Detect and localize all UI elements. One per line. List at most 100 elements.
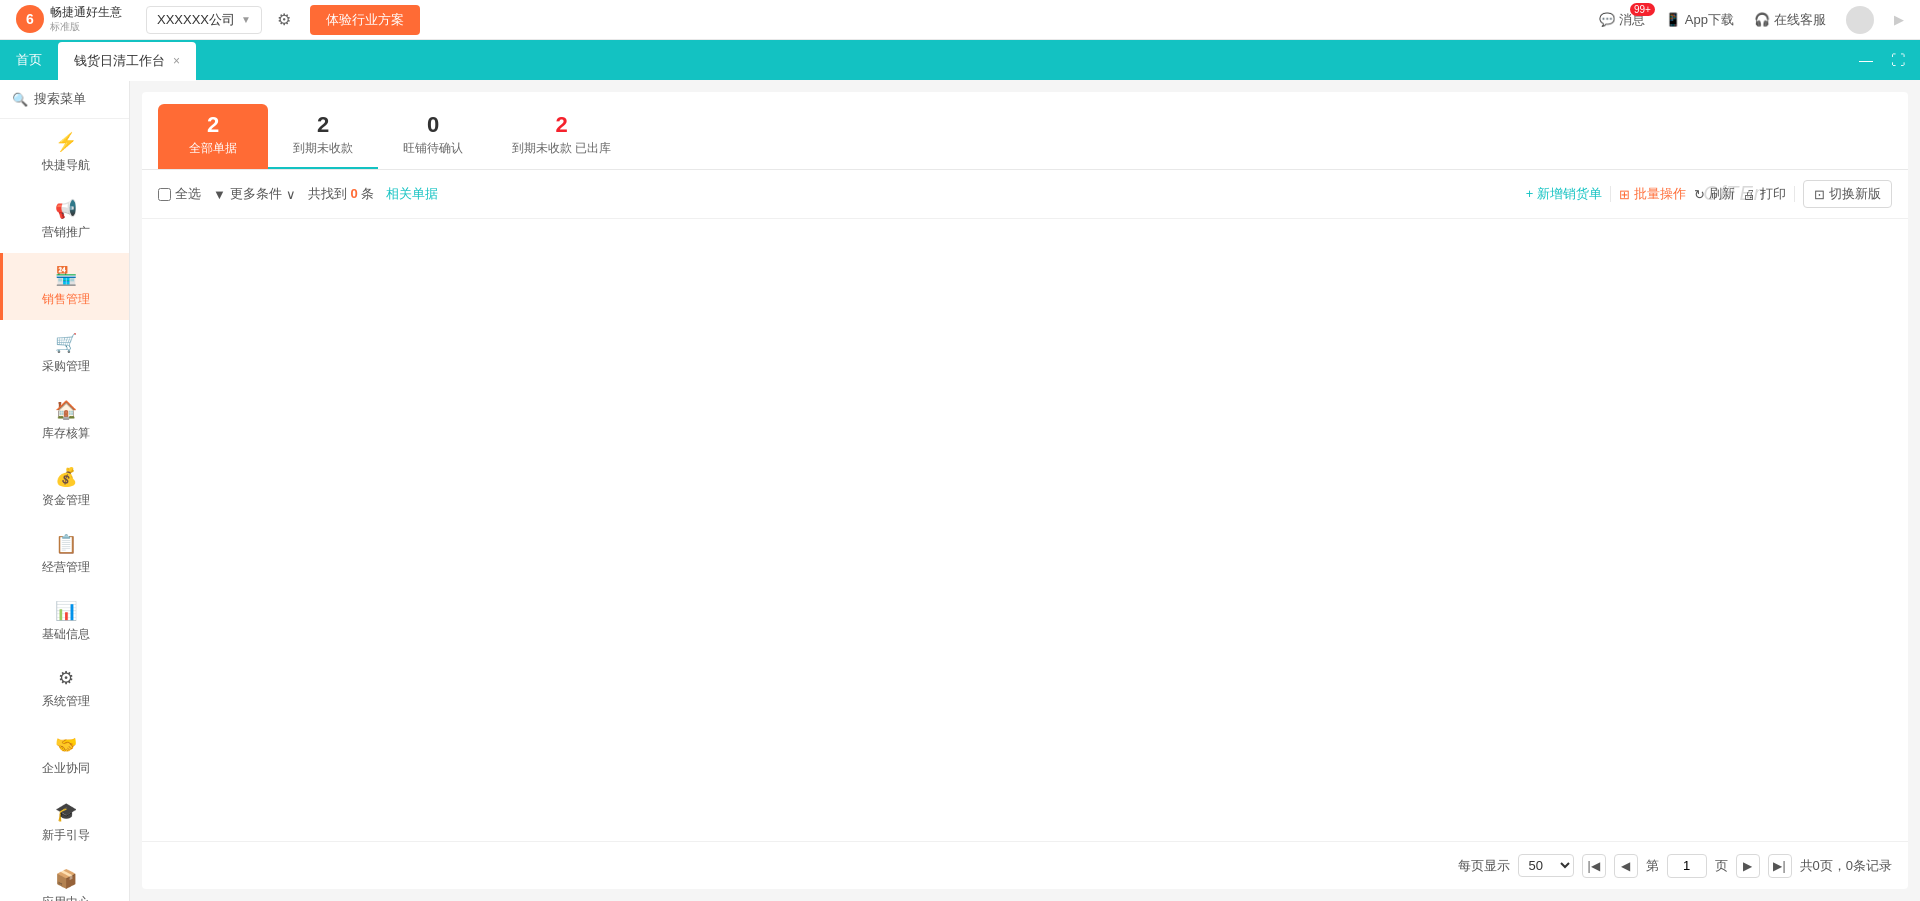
- batch-ops-button[interactable]: ⊞ 批量操作: [1619, 185, 1686, 203]
- sidebar-item-operations[interactable]: 📋 经营管理: [0, 521, 129, 588]
- basic-info-icon: 📊: [55, 600, 77, 622]
- stat-tab-pending[interactable]: 0 旺铺待确认: [378, 104, 488, 169]
- nav-tabs: 首页 钱货日清工作台 × — ⛶: [0, 40, 1920, 80]
- page-prefix-label: 第: [1646, 857, 1659, 875]
- close-tab-icon[interactable]: ×: [173, 54, 180, 68]
- last-page-button[interactable]: ▶|: [1768, 854, 1792, 878]
- message-icon: 💬: [1599, 12, 1615, 27]
- sales-icon: 🏪: [55, 265, 77, 287]
- select-all-input[interactable]: [158, 188, 171, 201]
- total-records-label: 共0页，0条记录: [1800, 857, 1892, 875]
- company-name: XXXXXX公司: [157, 11, 235, 29]
- settings-button[interactable]: ⚙: [270, 6, 298, 34]
- first-page-button[interactable]: |◀: [1582, 854, 1606, 878]
- stat-tab-shipped[interactable]: 2 到期未收款 已出库: [488, 104, 635, 169]
- stat-num-overdue: 2: [317, 112, 329, 138]
- top-right-area: 💬 消息 99+ 📱 App下载 🎧 在线客服 ▶: [1599, 6, 1904, 34]
- message-button[interactable]: 💬 消息 99+: [1599, 11, 1645, 29]
- purchase-icon: 🛒: [55, 332, 77, 354]
- filter-icon: ▼: [213, 187, 226, 202]
- content-area: 2 全部单据 2 到期未收款 0 旺铺待确认 2 到期未收款 已出库: [130, 80, 1920, 901]
- maximize-button[interactable]: ⛶: [1886, 48, 1910, 72]
- content-inner: 2 全部单据 2 到期未收款 0 旺铺待确认 2 到期未收款 已出库: [142, 92, 1908, 889]
- logo-icon: 6: [16, 5, 44, 33]
- sidebar-item-marketing[interactable]: 📢 营销推广: [0, 186, 129, 253]
- toolbar-right: + 新增销货单 ⊞ 批量操作 ↻ 刷新 🖨 打印: [1526, 180, 1892, 208]
- toolbar-left: 全选 ▼ 更多条件 ∨ 共找到 0 条 相关单据: [158, 185, 1514, 203]
- sidebar-item-app-center[interactable]: 📦 应用中心: [0, 856, 129, 901]
- switch-icon: ⊡: [1814, 187, 1825, 202]
- found-text: 共找到 0 条: [308, 185, 374, 203]
- sidebar-search[interactable]: 🔍 搜索菜单: [0, 80, 129, 119]
- service-icon: 🎧: [1754, 12, 1770, 27]
- home-tab[interactable]: 首页: [0, 40, 58, 80]
- stats-tabs: 2 全部单据 2 到期未收款 0 旺铺待确认 2 到期未收款 已出库: [142, 92, 1908, 170]
- capital-icon: 💰: [55, 466, 77, 488]
- sidebar-item-newbie[interactable]: 🎓 新手引导: [0, 789, 129, 856]
- top-bar: 6 畅捷通好生意 标准版 XXXXXX公司 ▼ ⚙ 体验行业方案 💬 消息 99…: [0, 0, 1920, 40]
- divider-1: [1610, 186, 1611, 202]
- search-icon: 🔍: [12, 92, 28, 107]
- found-count: 0: [351, 186, 358, 201]
- refresh-button[interactable]: ↻ 刷新: [1694, 185, 1735, 203]
- filter-dropdown-icon: ∨: [286, 187, 296, 202]
- stat-num-shipped: 2: [556, 112, 568, 138]
- next-page-button[interactable]: ▶: [1736, 854, 1760, 878]
- print-button[interactable]: 🖨 打印: [1743, 185, 1786, 203]
- main-layout: 🔍 搜索菜单 ⚡ 快捷导航 📢 营销推广 🏪 销售管理 🛒 采购管理 🏠 库存核…: [0, 80, 1920, 901]
- app-title: 畅捷通好生意: [50, 5, 122, 19]
- marketing-icon: 📢: [55, 198, 77, 220]
- user-name[interactable]: ▶: [1894, 12, 1904, 27]
- company-selector[interactable]: XXXXXX公司 ▼: [146, 6, 262, 34]
- inventory-icon: 🏠: [55, 399, 77, 421]
- dropdown-arrow-icon: ▼: [241, 14, 251, 25]
- sidebar-item-inventory[interactable]: 🏠 库存核算: [0, 387, 129, 454]
- stat-label-all: 全部单据: [189, 140, 237, 157]
- tab-controls: — ⛶: [1854, 48, 1920, 72]
- divider-2: [1794, 186, 1795, 202]
- download-icon: 📱: [1665, 12, 1681, 27]
- user-avatar[interactable]: [1846, 6, 1874, 34]
- batch-icon: ⊞: [1619, 187, 1630, 202]
- filter-button[interactable]: ▼ 更多条件 ∨: [213, 185, 296, 203]
- stat-num-all: 2: [207, 112, 219, 138]
- app-center-icon: 📦: [55, 868, 77, 890]
- pagination-bar: 每页显示 50 100 200 |◀ ◀ 第 页 ▶ ▶| 共0页，0条记录: [142, 841, 1908, 889]
- system-icon: ⚙: [58, 667, 74, 689]
- stat-tab-overdue[interactable]: 2 到期未收款: [268, 104, 378, 169]
- select-all-checkbox[interactable]: 全选: [158, 185, 201, 203]
- workbench-tab[interactable]: 钱货日清工作台 ×: [58, 42, 196, 81]
- sidebar-item-purchase[interactable]: 🛒 采购管理: [0, 320, 129, 387]
- minimize-button[interactable]: —: [1854, 48, 1878, 72]
- related-orders-link[interactable]: 相关单据: [386, 185, 438, 203]
- sidebar: 🔍 搜索菜单 ⚡ 快捷导航 📢 营销推广 🏪 销售管理 🛒 采购管理 🏠 库存核…: [0, 80, 130, 901]
- sidebar-item-capital[interactable]: 💰 资金管理: [0, 454, 129, 521]
- stat-tab-all[interactable]: 2 全部单据: [158, 104, 268, 169]
- refresh-icon: ↻: [1694, 187, 1705, 202]
- quick-nav-icon: ⚡: [55, 131, 77, 153]
- logo-area: 6 畅捷通好生意 标准版: [16, 5, 146, 33]
- per-page-select[interactable]: 50 100 200: [1518, 854, 1574, 877]
- empty-table-area: [142, 219, 1908, 841]
- newbie-icon: 🎓: [55, 801, 77, 823]
- print-icon: 🖨: [1743, 187, 1756, 202]
- prev-page-button[interactable]: ◀: [1614, 854, 1638, 878]
- toolbar: 全选 ▼ 更多条件 ∨ 共找到 0 条 相关单据 + 新增销货单: [142, 170, 1908, 219]
- sidebar-item-sales[interactable]: 🏪 销售管理: [0, 253, 129, 320]
- sidebar-item-basic-info[interactable]: 📊 基础信息: [0, 588, 129, 655]
- switch-version-button[interactable]: ⊡ 切换新版: [1803, 180, 1892, 208]
- sidebar-item-system[interactable]: ⚙ 系统管理: [0, 655, 129, 722]
- app-subtitle: 标准版: [50, 20, 122, 34]
- app-download-button[interactable]: 📱 App下载: [1665, 11, 1734, 29]
- online-service-button[interactable]: 🎧 在线客服: [1754, 11, 1826, 29]
- page-suffix-label: 页: [1715, 857, 1728, 875]
- trial-button[interactable]: 体验行业方案: [310, 5, 420, 35]
- add-order-button[interactable]: + 新增销货单: [1526, 185, 1602, 203]
- stat-label-shipped: 到期未收款 已出库: [512, 140, 611, 157]
- message-badge: 99+: [1630, 3, 1655, 16]
- sidebar-item-quick-nav[interactable]: ⚡ 快捷导航: [0, 119, 129, 186]
- operations-icon: 📋: [55, 533, 77, 555]
- sidebar-item-enterprise-coop[interactable]: 🤝 企业协同: [0, 722, 129, 789]
- page-number-input[interactable]: [1667, 854, 1707, 878]
- stat-num-pending: 0: [427, 112, 439, 138]
